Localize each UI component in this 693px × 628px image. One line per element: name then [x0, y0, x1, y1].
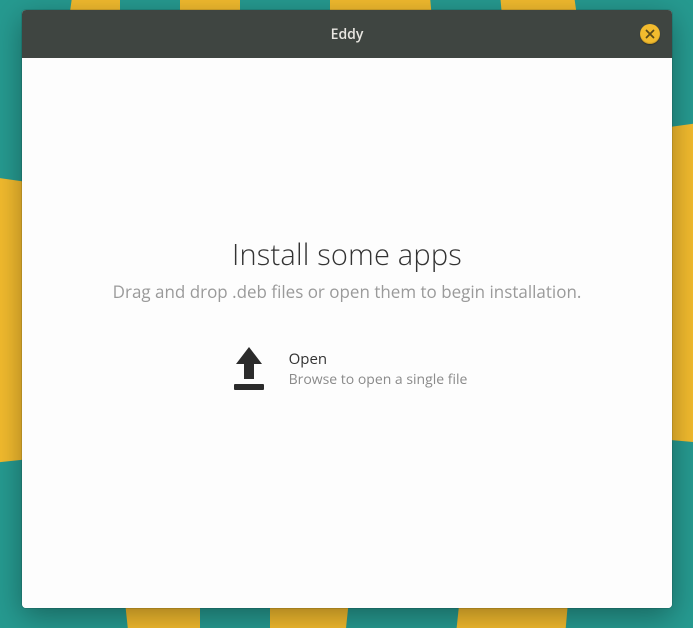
action-title: Open	[289, 349, 468, 369]
titlebar[interactable]: Eddy	[22, 10, 672, 58]
window-title: Eddy	[331, 25, 364, 44]
desktop: Eddy Install some apps Drag and drop .de…	[0, 0, 693, 628]
open-file-button[interactable]: Open Browse to open a single file	[227, 347, 468, 391]
upload-icon	[227, 347, 271, 391]
close-button[interactable]	[640, 24, 660, 44]
content-area[interactable]: Install some apps Drag and drop .deb fil…	[22, 58, 672, 608]
page-title: Install some apps	[232, 235, 462, 274]
open-file-text: Open Browse to open a single file	[289, 349, 468, 389]
app-window: Eddy Install some apps Drag and drop .de…	[22, 10, 672, 608]
page-subtitle: Drag and drop .deb files or open them to…	[113, 280, 582, 303]
close-icon	[645, 29, 655, 39]
action-description: Browse to open a single file	[289, 370, 468, 389]
